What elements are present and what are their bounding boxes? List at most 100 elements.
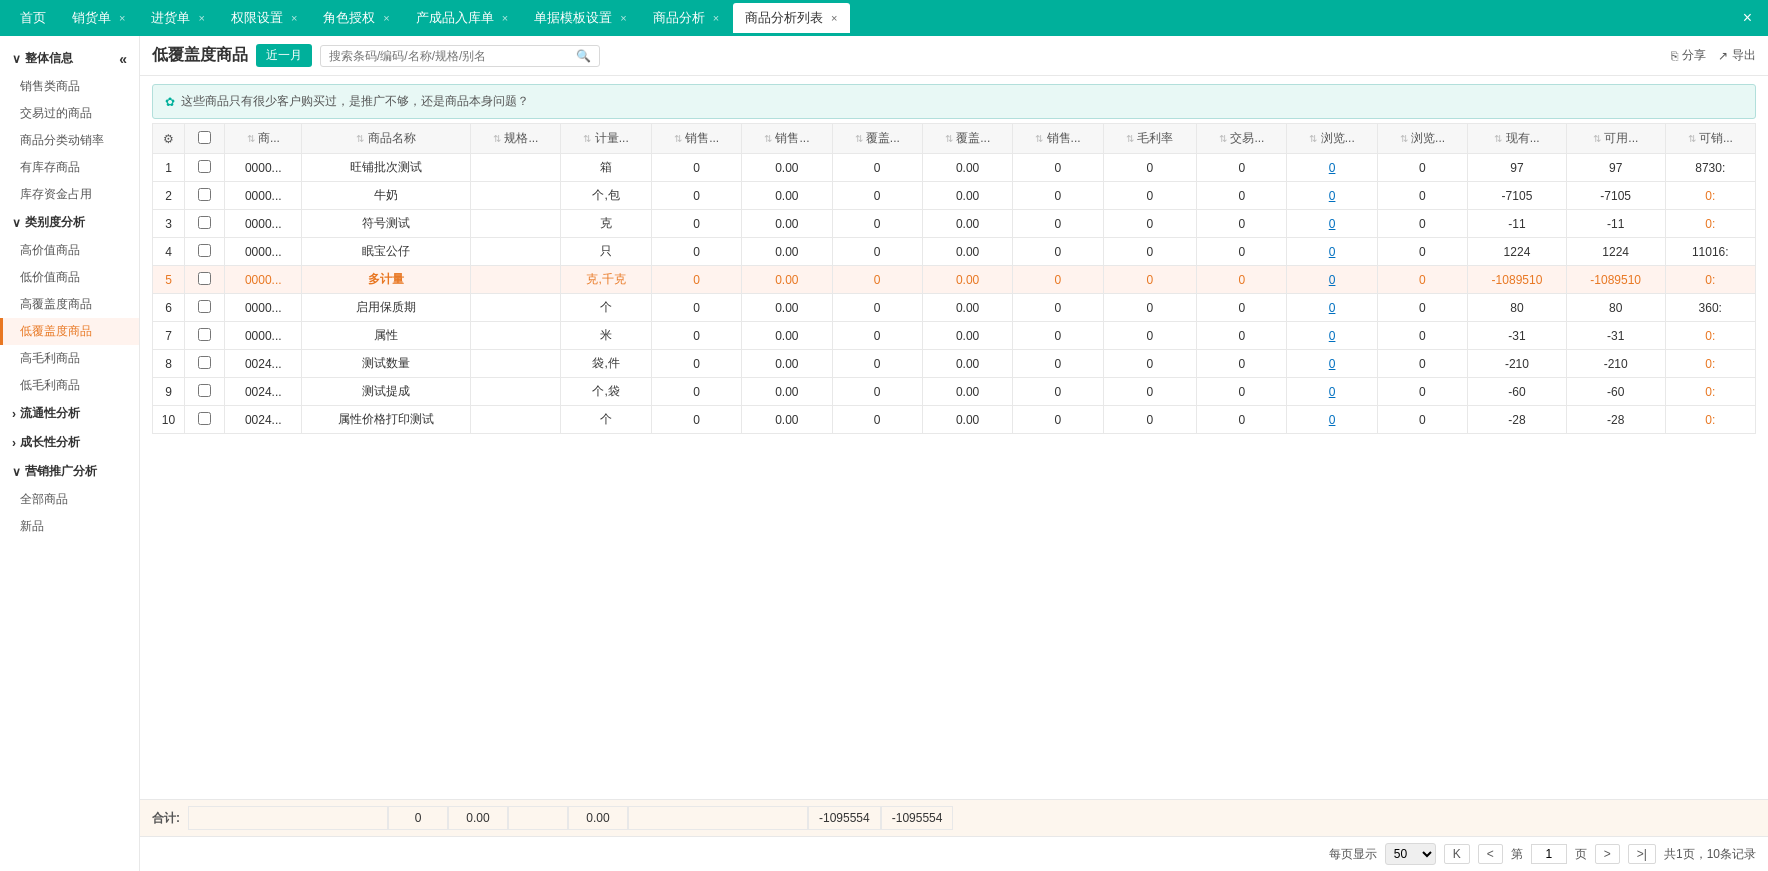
col-name[interactable]: ⇅ 商品名称 <box>302 124 471 154</box>
nav-analysis-close[interactable]: × <box>713 12 719 24</box>
cell-view1[interactable]: 0 <box>1287 322 1377 350</box>
nav-production-close[interactable]: × <box>502 12 508 24</box>
nav-sales-close[interactable]: × <box>119 12 125 24</box>
col-coverage2[interactable]: ⇅ 覆盖... <box>922 124 1012 154</box>
nav-home[interactable]: 首页 <box>8 3 58 33</box>
col-view2[interactable]: ⇅ 浏览... <box>1377 124 1467 154</box>
row-checkbox[interactable] <box>198 216 211 229</box>
row-checkbox[interactable] <box>198 356 211 369</box>
row-checkbox[interactable] <box>198 412 211 425</box>
cell-code: 0000... <box>225 210 302 238</box>
sidebar-section-growth[interactable]: › 成长性分析 <box>0 428 139 457</box>
sidebar-item-low-coverage[interactable]: 低覆盖度商品 <box>0 318 139 345</box>
sidebar-item-stocked[interactable]: 有库存商品 <box>0 154 139 181</box>
sidebar-section-category[interactable]: ∨ 类别度分析 <box>0 208 139 237</box>
nav-templates-close[interactable]: × <box>620 12 626 24</box>
cell-transaction: 0 <box>1197 182 1287 210</box>
col-view1[interactable]: ⇅ 浏览... <box>1287 124 1377 154</box>
cell-view1[interactable]: 0 <box>1287 266 1377 294</box>
cell-coverage1: 0 <box>832 350 922 378</box>
sidebar-item-category-rate[interactable]: 商品分类动销率 <box>0 127 139 154</box>
nav-analysis[interactable]: 商品分析 × <box>641 3 731 33</box>
nav-analysis-list[interactable]: 商品分析列表 × <box>733 3 849 33</box>
cell-view1[interactable]: 0 <box>1287 210 1377 238</box>
col-spec[interactable]: ⇅ 规格... <box>471 124 561 154</box>
sidebar-section-overall[interactable]: ∨ 整体信息 « <box>0 44 139 73</box>
col-unit[interactable]: ⇅ 计量... <box>561 124 651 154</box>
sidebar-item-high-coverage[interactable]: 高覆盖度商品 <box>0 291 139 318</box>
nav-roles-close[interactable]: × <box>383 12 389 24</box>
date-filter-button[interactable]: 近一月 <box>256 44 312 67</box>
page-number-input[interactable] <box>1531 844 1567 864</box>
nav-analysis-list-close[interactable]: × <box>831 12 837 24</box>
col-code[interactable]: ⇅ 商... <box>225 124 302 154</box>
col-gross-margin[interactable]: ⇅ 毛利率 <box>1103 124 1196 154</box>
cell-view1[interactable]: 0 <box>1287 350 1377 378</box>
sidebar-item-stock-capital[interactable]: 库存资金占用 <box>0 181 139 208</box>
row-checkbox[interactable] <box>198 244 211 257</box>
sidebar-item-low-value[interactable]: 低价值商品 <box>0 264 139 291</box>
sidebar-item-high-value[interactable]: 高价值商品 <box>0 237 139 264</box>
sidebar-item-sales-goods[interactable]: 销售类商品 <box>0 73 139 100</box>
col-current-stock[interactable]: ⇅ 现有... <box>1468 124 1567 154</box>
nav-sales[interactable]: 销货单 × <box>60 3 137 33</box>
share-button[interactable]: ⎘ 分享 <box>1671 47 1706 64</box>
cell-coverage1: 0 <box>832 182 922 210</box>
table-header-row: ⚙ ⇅ 商... ⇅ 商品名称 ⇅ 规格... ⇅ 计量... ⇅ 销售... … <box>153 124 1756 154</box>
row-checkbox[interactable] <box>198 300 211 313</box>
page-prefix-label: 第 <box>1511 846 1523 863</box>
cell-view1[interactable]: 0 <box>1287 294 1377 322</box>
nav-permissions-close[interactable]: × <box>291 12 297 24</box>
cell-view1[interactable]: 0 <box>1287 182 1377 210</box>
cell-sales-amt: 0.00 <box>742 210 832 238</box>
row-checkbox[interactable] <box>198 272 211 285</box>
per-page-select[interactable]: 50 20 100 <box>1385 843 1436 865</box>
search-input[interactable] <box>329 49 572 63</box>
export-button[interactable]: ↗ 导出 <box>1718 47 1756 64</box>
nav-permissions[interactable]: 权限设置 × <box>219 3 309 33</box>
col-sales-amt[interactable]: ⇅ 销售... <box>742 124 832 154</box>
sidebar-section-marketing-label: 营销推广分析 <box>25 463 97 480</box>
row-checkbox[interactable] <box>198 188 211 201</box>
close-all-button[interactable]: × <box>1735 9 1760 27</box>
sidebar-section-marketing[interactable]: ∨ 营销推广分析 <box>0 457 139 486</box>
nav-roles[interactable]: 角色授权 × <box>311 3 401 33</box>
col-settings[interactable]: ⚙ <box>153 124 185 154</box>
cell-name: 测试数量 <box>302 350 471 378</box>
nav-purchase[interactable]: 进货单 × <box>139 3 216 33</box>
sidebar-item-new-goods[interactable]: 新品 <box>0 513 139 540</box>
sidebar-item-low-profit[interactable]: 低毛利商品 <box>0 372 139 399</box>
select-all-checkbox[interactable] <box>198 131 211 144</box>
col-sales-qty[interactable]: ⇅ 销售... <box>651 124 741 154</box>
last-page-button[interactable]: >| <box>1628 844 1656 864</box>
nav-templates[interactable]: 单据模板设置 × <box>522 3 638 33</box>
sidebar-item-high-profit[interactable]: 高毛利商品 <box>0 345 139 372</box>
cell-view1[interactable]: 0 <box>1287 154 1377 182</box>
sidebar-section-liquidity[interactable]: › 流通性分析 <box>0 399 139 428</box>
next-page-button[interactable]: > <box>1595 844 1620 864</box>
cell-sellable: 0: <box>1665 406 1756 434</box>
col-sellable[interactable]: ⇅ 可销... <box>1665 124 1756 154</box>
col-transaction[interactable]: ⇅ 交易... <box>1197 124 1287 154</box>
sidebar-item-traded[interactable]: 交易过的商品 <box>0 100 139 127</box>
col-coverage1[interactable]: ⇅ 覆盖... <box>832 124 922 154</box>
cell-view1[interactable]: 0 <box>1287 406 1377 434</box>
prev-page-button[interactable]: < <box>1478 844 1503 864</box>
row-checkbox[interactable] <box>198 328 211 341</box>
col-available-stock[interactable]: ⇅ 可用... <box>1566 124 1665 154</box>
cell-sales-qty: 0 <box>651 266 741 294</box>
cell-sales-amt: 0.00 <box>742 294 832 322</box>
col-sales-rate[interactable]: ⇅ 销售... <box>1013 124 1103 154</box>
nav-purchase-close[interactable]: × <box>198 12 204 24</box>
cell-view1[interactable]: 0 <box>1287 238 1377 266</box>
cell-gross-margin: 0 <box>1103 210 1196 238</box>
sidebar-item-all-goods[interactable]: 全部商品 <box>0 486 139 513</box>
cell-view1[interactable]: 0 <box>1287 378 1377 406</box>
row-checkbox[interactable] <box>198 384 211 397</box>
collapse-sidebar-icon[interactable]: « <box>119 51 127 67</box>
cell-spec <box>471 350 561 378</box>
first-page-button[interactable]: K <box>1444 844 1470 864</box>
row-checkbox[interactable] <box>198 160 211 173</box>
nav-production[interactable]: 产成品入库单 × <box>404 3 520 33</box>
cell-view2: 0 <box>1377 210 1467 238</box>
